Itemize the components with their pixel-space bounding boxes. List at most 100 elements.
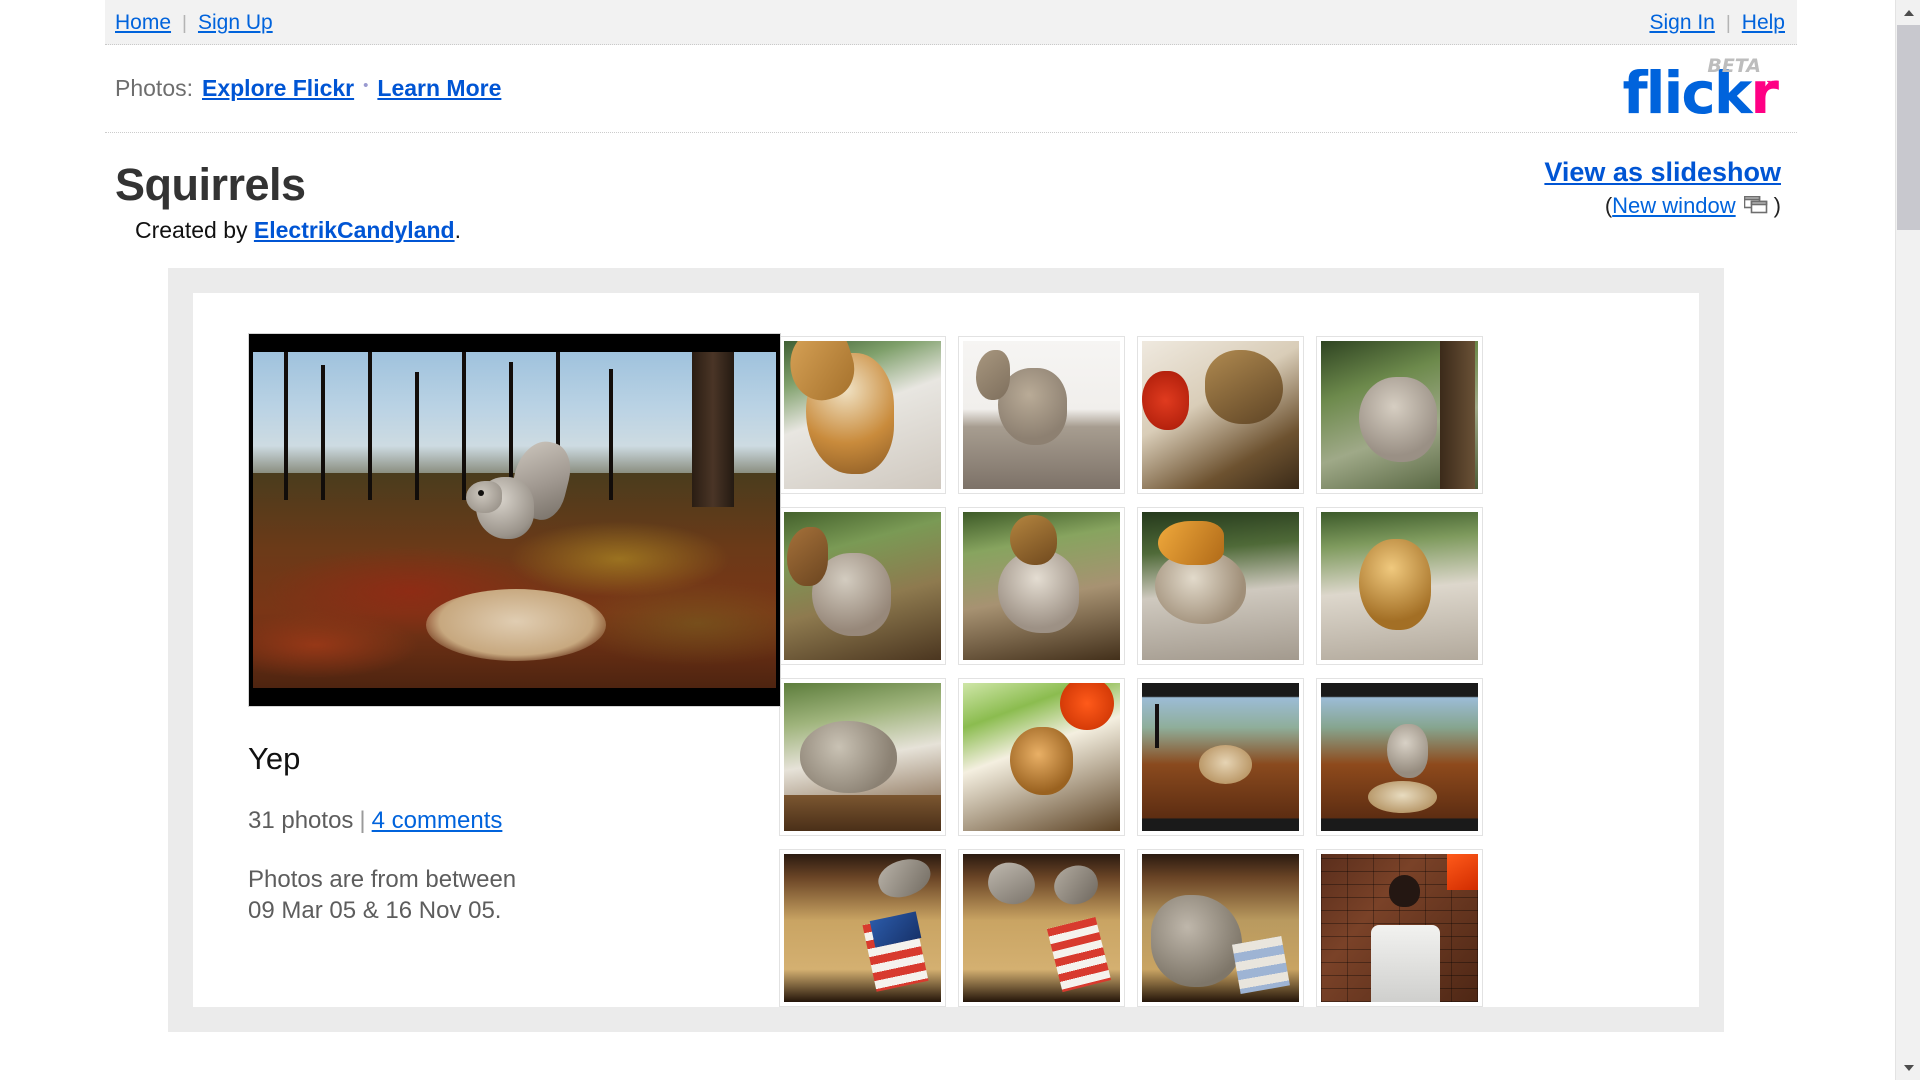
thumbnail-shape xyxy=(873,854,937,904)
paren-open: ( xyxy=(1604,193,1613,218)
thumbnail-shape xyxy=(1232,935,1291,995)
thumbnail-item[interactable] xyxy=(779,849,946,1007)
thumbnail-image xyxy=(1142,854,1299,1002)
slideshow-block: View as slideshow (New window) xyxy=(1544,157,1781,219)
thumbnail-image xyxy=(963,683,1120,831)
primary-photo-caption-title: Yep xyxy=(248,741,301,776)
scrollbar-thumb[interactable] xyxy=(1897,25,1920,230)
thumbnail-shape xyxy=(1198,745,1252,784)
primary-photo[interactable] xyxy=(248,333,781,707)
squirrel-head xyxy=(466,480,503,513)
primary-photo-leaf-pile xyxy=(425,589,606,662)
photo-count: 31 photos xyxy=(248,807,354,834)
date-range-line-1: Photos are from between xyxy=(248,866,517,893)
flickr-logo-trademark: ™ xyxy=(1765,78,1779,95)
topbar-separator-left: | xyxy=(182,12,187,34)
thumbnail-shape xyxy=(1154,703,1160,749)
thumbnail-item[interactable] xyxy=(1137,336,1304,494)
primary-photo-tree xyxy=(368,352,373,500)
thumbnail-shape xyxy=(1157,520,1224,566)
thumbnail-item[interactable] xyxy=(958,849,1125,1007)
comments-link[interactable]: 4 comments xyxy=(372,807,503,834)
thumbnail-shape xyxy=(787,526,828,586)
home-link[interactable]: Home xyxy=(115,12,171,33)
creator-link[interactable]: ElectrikCandyland xyxy=(254,217,455,243)
primary-photo-large-tree xyxy=(692,352,735,507)
scroll-down-arrow-icon xyxy=(1903,1064,1914,1071)
thumbnail-shape xyxy=(799,721,898,793)
page-content: Home | Sign Up Sign In | Help Photos: Ex… xyxy=(105,0,1797,1032)
explore-flickr-link[interactable]: Explore Flickr xyxy=(202,75,354,102)
help-link[interactable]: Help xyxy=(1742,12,1785,33)
thumbnail-item[interactable] xyxy=(958,336,1125,494)
primary-photo-meta: 31 photos | 4 comments xyxy=(248,807,753,835)
learn-more-link[interactable]: Learn More xyxy=(377,75,501,102)
new-window-line: (New window) xyxy=(1544,193,1781,219)
date-range-line-2: 09 Mar 05 & 16 Nov 05. xyxy=(248,896,502,924)
thumbnail-shape xyxy=(1446,854,1478,890)
thumbnail-shape xyxy=(1440,341,1475,489)
primary-photo-tree xyxy=(608,368,613,500)
scrollbar-track[interactable] xyxy=(1896,25,1920,1055)
new-window-link[interactable]: New window xyxy=(1612,193,1736,219)
topbar-separator-right: | xyxy=(1725,12,1731,34)
view-as-slideshow-link[interactable]: View as slideshow xyxy=(1544,157,1781,187)
thumbnail-shape xyxy=(984,858,1039,909)
thumbnail-shape xyxy=(975,349,1011,401)
bullet-separator-icon: • xyxy=(363,77,369,94)
signin-link[interactable]: Sign In xyxy=(1649,12,1714,33)
scroll-down-button[interactable] xyxy=(1896,1055,1920,1080)
thumbnail-item[interactable] xyxy=(1137,678,1304,836)
thumbnail-image xyxy=(784,683,941,831)
new-window-icon[interactable] xyxy=(1743,194,1768,220)
thumbnail-image xyxy=(1142,512,1299,660)
thumbnail-shape xyxy=(1010,727,1073,796)
thumbnail-item[interactable] xyxy=(1316,849,1483,1007)
thumbnail-item[interactable] xyxy=(1316,507,1483,665)
thumbnail-item[interactable] xyxy=(1137,849,1304,1007)
primary-photo-column: Yep 31 photos | 4 comments Photos are from… xyxy=(193,333,781,1007)
thumbnail-image xyxy=(784,341,941,489)
thumbnail-image xyxy=(963,341,1120,489)
flickr-logo[interactable]: flickr BETA ™ xyxy=(1545,55,1785,122)
thumbnail-item[interactable] xyxy=(1316,678,1483,836)
primary-photo-tree xyxy=(415,372,420,500)
primary-photo-image xyxy=(253,352,776,688)
thumbnail-shape xyxy=(1358,538,1431,631)
thumbnail-image xyxy=(963,854,1120,1002)
photos-label: Photos: xyxy=(115,75,193,101)
top-utility-bar: Home | Sign Up Sign In | Help xyxy=(105,0,1797,45)
meta-separator: | xyxy=(359,807,366,834)
brand-row: Photos: Explore Flickr • Learn More flic… xyxy=(105,45,1797,133)
thumbnail-shape xyxy=(1386,724,1428,778)
thumbnail-item[interactable] xyxy=(779,336,946,494)
thumbnail-shape xyxy=(1358,376,1438,463)
thumbnail-shape xyxy=(1050,861,1103,910)
created-by-line: Created by ElectrikCandyland. xyxy=(135,217,1785,244)
thumbnail-item[interactable] xyxy=(1137,507,1304,665)
thumbnail-grid xyxy=(779,333,1699,1007)
page-title: Squirrels xyxy=(115,159,306,210)
signup-link[interactable]: Sign Up xyxy=(198,12,273,33)
thumbnail-shape xyxy=(1204,349,1284,424)
thumbnail-image xyxy=(1142,341,1299,489)
thumbnail-item[interactable] xyxy=(779,678,946,836)
thumbnail-shape xyxy=(784,795,941,831)
scroll-up-button[interactable] xyxy=(1896,0,1920,25)
thumbnail-image xyxy=(1321,341,1478,489)
thumbnail-image xyxy=(1142,683,1299,831)
squirrel-eye xyxy=(478,489,485,496)
created-by-prefix: Created by xyxy=(135,217,254,244)
thumbnail-item[interactable] xyxy=(779,507,946,665)
thumbnail-item[interactable] xyxy=(1316,336,1483,494)
thumbnail-shape xyxy=(1010,514,1058,566)
topbar-right-group: Sign In | Help xyxy=(1649,12,1785,33)
primary-photo-tree xyxy=(284,352,289,500)
created-by-suffix: . xyxy=(454,217,461,244)
thumbnail-shape xyxy=(1046,916,1112,993)
thumbnail-item[interactable] xyxy=(958,678,1125,836)
thumbnail-item[interactable] xyxy=(958,507,1125,665)
set-content-frame: Yep 31 photos | 4 comments Photos are from… xyxy=(168,268,1724,1032)
vertical-scrollbar[interactable] xyxy=(1895,0,1920,1080)
thumbnail-image xyxy=(963,512,1120,660)
